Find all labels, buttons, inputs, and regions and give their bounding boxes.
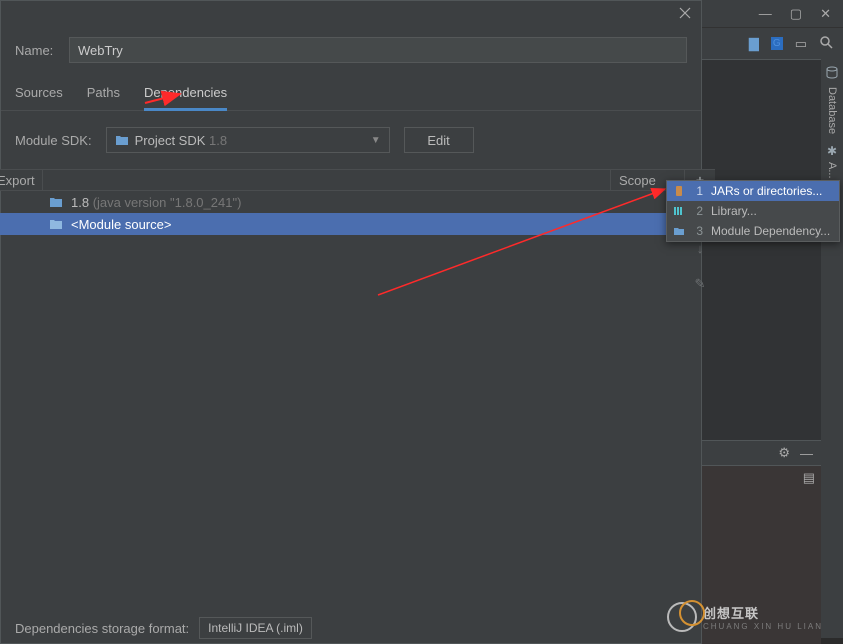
popup-num: 3 (695, 224, 703, 238)
library-icon (673, 205, 687, 217)
storage-format-row: Dependencies storage format: IntelliJ ID… (15, 617, 312, 639)
popup-label: Module Dependency... (711, 224, 830, 238)
gutter-item-database[interactable]: Database (825, 66, 839, 134)
tool-panel-header: ⚙ — (702, 440, 821, 466)
dialog-titlebar (1, 1, 701, 27)
folder-icon[interactable]: ▇ (749, 36, 759, 52)
dependency-label: 1.8 (java version "1.8.0_241") (71, 195, 241, 210)
gutter-item-ant[interactable]: ✱ A... (826, 144, 838, 179)
tab-bar: Sources Paths Dependencies (1, 81, 701, 111)
gear-icon[interactable]: ⚙ (778, 445, 790, 461)
ide-toolbar: ▇ G ▭ (702, 28, 843, 60)
folder-icon (115, 134, 129, 146)
logo-sub: CHUANG XIN HU LIAN (703, 622, 823, 631)
jar-icon (673, 185, 687, 197)
popup-label: Library... (711, 204, 757, 218)
module-sdk-label: Module SDK: (15, 133, 92, 148)
popup-num: 1 (695, 184, 703, 198)
dependencies-header: Export Scope + (0, 169, 715, 191)
dependencies-list: 1.8 (java version "1.8.0_241") <Module s… (0, 191, 715, 591)
name-label: Name: (15, 43, 55, 58)
sdk-icon (49, 196, 63, 208)
module-sdk-combo[interactable]: Project SDK 1.8 ▼ (106, 127, 390, 153)
window-titlebar: — ▢ ✕ (702, 0, 843, 28)
popup-num: 2 (695, 204, 703, 218)
translate-icon[interactable]: G (771, 37, 783, 50)
minimize-panel-icon[interactable]: — (800, 446, 813, 461)
edit-icon[interactable]: ✎ (695, 276, 706, 292)
dependency-row[interactable]: 1.8 (java version "1.8.0_241") (0, 191, 715, 213)
minimize-button[interactable]: — (759, 6, 772, 21)
storage-format-label: Dependencies storage format: (15, 621, 189, 636)
folder-icon (49, 218, 63, 230)
popup-label: JARs or directories... (711, 184, 822, 198)
panel-icon[interactable]: ▤ (803, 470, 815, 486)
logo-main: 创想互联 (703, 603, 823, 622)
name-input[interactable] (69, 37, 687, 63)
right-gutter: Database ✱ A... (821, 58, 843, 638)
popup-item-jars[interactable]: 1 JARs or directories... (667, 181, 839, 201)
search-icon[interactable] (819, 35, 833, 52)
close-icon[interactable] (679, 7, 693, 21)
dependency-row[interactable]: <Module source> (0, 213, 715, 235)
tab-sources[interactable]: Sources (15, 81, 63, 110)
column-export[interactable]: Export (0, 170, 43, 190)
chevron-down-icon: ▼ (371, 135, 381, 146)
close-button[interactable]: ✕ (820, 6, 831, 22)
popup-item-library[interactable]: 2 Library... (667, 201, 839, 221)
arrow-down-icon[interactable]: ↓ (697, 241, 704, 256)
add-dependency-popup: 1 JARs or directories... 2 Library... 3 … (666, 180, 840, 242)
logo-icon (667, 602, 697, 632)
edit-button[interactable]: Edit (404, 127, 474, 153)
project-structure-dialog: Name: Sources Paths Dependencies Module … (0, 0, 702, 644)
ant-icon: ✱ (827, 144, 837, 158)
gutter-label: Database (826, 87, 838, 134)
module-icon (673, 225, 687, 237)
database-icon (825, 66, 839, 83)
popup-item-module[interactable]: 3 Module Dependency... (667, 221, 839, 241)
watermark-logo: 创想互联 CHUANG XIN HU LIAN (667, 602, 823, 632)
terminal-icon[interactable]: ▭ (795, 36, 807, 52)
storage-format-combo[interactable]: IntelliJ IDEA (.iml) (199, 617, 312, 639)
tab-dependencies[interactable]: Dependencies (144, 81, 227, 111)
sdk-value: Project SDK 1.8 (135, 133, 365, 148)
dependency-label: <Module source> (71, 217, 171, 232)
gutter-label: A... (826, 162, 838, 179)
ide-background: — ▢ ✕ ▇ G ▭ ⚙ — ▤ Database ✱ A... (702, 0, 843, 644)
tab-paths[interactable]: Paths (87, 81, 120, 110)
maximize-button[interactable]: ▢ (790, 6, 802, 22)
